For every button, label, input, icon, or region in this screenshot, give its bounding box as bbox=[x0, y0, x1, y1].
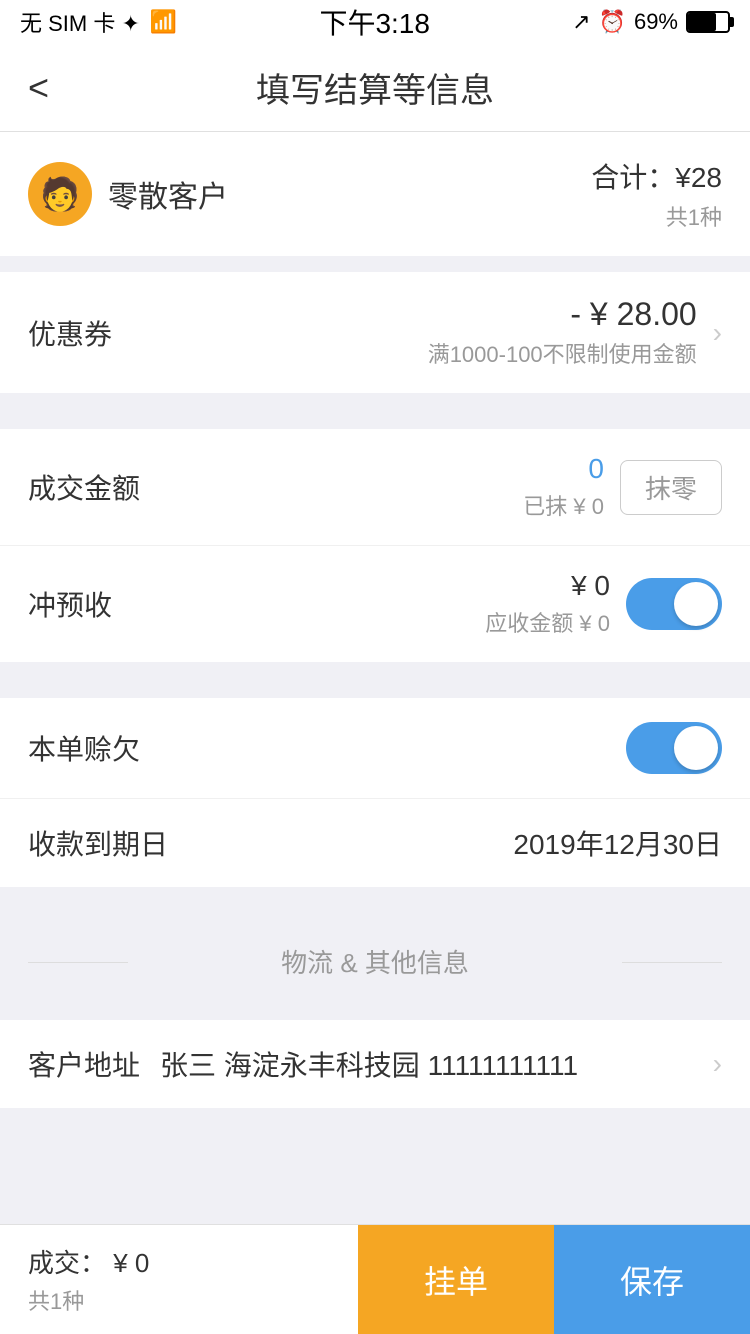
location-icon: ↗ bbox=[572, 9, 590, 35]
status-left: 无 SIM 卡 ✦ 📶 bbox=[20, 6, 177, 38]
divider-3 bbox=[0, 903, 750, 923]
prepayment-sub: 应收金额 ¥ 0 bbox=[485, 606, 610, 638]
prepayment-right: ¥ 0 应收金额 ¥ 0 bbox=[485, 570, 722, 638]
round-zero-button[interactable]: 抹零 bbox=[620, 460, 722, 515]
bottom-bar: 成交： ¥ 0 共1种 挂单 保存 bbox=[0, 1224, 750, 1334]
back-button[interactable]: < bbox=[28, 67, 49, 109]
divider-2 bbox=[0, 678, 750, 698]
coupon-right: - ¥ 28.00 满1000-100不限制使用金额 › bbox=[428, 296, 722, 369]
due-date-value: 2019年12月30日 bbox=[513, 823, 722, 863]
coupon-label: 优惠券 bbox=[28, 313, 112, 353]
transaction-right: 0 已抹 ¥ 0 抹零 bbox=[523, 453, 722, 521]
prepayment-value-block: ¥ 0 应收金额 ¥ 0 bbox=[485, 570, 610, 638]
customer-section: 🧑 零散客户 合计：¥28 共1种 bbox=[0, 132, 750, 256]
page-title: 填写结算等信息 bbox=[256, 63, 494, 112]
customer-total: 合计：¥28 bbox=[591, 156, 722, 196]
avatar: 🧑 bbox=[28, 162, 92, 226]
transaction-sub: 已抹 ¥ 0 bbox=[523, 489, 604, 521]
no-sim-label: 无 SIM 卡 ✦ bbox=[20, 6, 140, 38]
transaction-label: 成交金额 bbox=[28, 467, 140, 507]
customer-summary: 合计：¥28 共1种 bbox=[591, 156, 722, 232]
status-bar: 无 SIM 卡 ✦ 📶 下午3:18 ↗ ⏰ 69% bbox=[0, 0, 750, 44]
coupon-value-block: - ¥ 28.00 满1000-100不限制使用金额 bbox=[428, 296, 697, 369]
prepayment-row: 冲预收 ¥ 0 应收金额 ¥ 0 bbox=[0, 546, 750, 662]
hold-button[interactable]: 挂单 bbox=[358, 1225, 554, 1334]
coupon-section: 优惠券 - ¥ 28.00 满1000-100不限制使用金额 › bbox=[0, 272, 750, 393]
divider-1 bbox=[0, 409, 750, 429]
transaction-value-block: 0 已抹 ¥ 0 bbox=[523, 453, 604, 521]
due-date-row: 收款到期日 2019年12月30日 bbox=[0, 799, 750, 887]
customer-info: 🧑 零散客户 bbox=[28, 162, 228, 226]
alarm-icon: ⏰ bbox=[599, 9, 626, 35]
debt-row: 本单赊欠 bbox=[0, 698, 750, 799]
debt-toggle[interactable] bbox=[626, 722, 722, 774]
address-row[interactable]: 客户地址 张三 海淀永丰科技园 11111111111 › bbox=[0, 1020, 750, 1108]
status-time: 下午3:18 bbox=[319, 2, 430, 42]
battery-percent: 69% bbox=[634, 9, 678, 35]
chevron-right-icon: › bbox=[713, 317, 722, 349]
bottom-count: 共1种 bbox=[28, 1284, 330, 1316]
toggle-knob bbox=[674, 582, 718, 626]
prepayment-toggle[interactable] bbox=[626, 578, 722, 630]
battery-icon bbox=[686, 11, 730, 33]
coupon-value: - ¥ 28.00 bbox=[428, 296, 697, 333]
logistics-header-text: 物流 & 其他信息 bbox=[281, 948, 469, 978]
transaction-section: 成交金额 0 已抹 ¥ 0 抹零 冲预收 ¥ 0 应收金额 ¥ 0 bbox=[0, 429, 750, 662]
debt-section: 本单赊欠 收款到期日 2019年12月30日 bbox=[0, 698, 750, 887]
bottom-transaction: 成交： ¥ 0 bbox=[28, 1243, 330, 1280]
nav-bar: < 填写结算等信息 bbox=[0, 44, 750, 132]
avatar-icon: 🧑 bbox=[40, 175, 80, 213]
coupon-sub: 满1000-100不限制使用金额 bbox=[428, 337, 697, 369]
due-date-label: 收款到期日 bbox=[28, 823, 168, 863]
status-right: ↗ ⏰ 69% bbox=[572, 9, 730, 35]
prepayment-value: ¥ 0 bbox=[485, 570, 610, 602]
save-button[interactable]: 保存 bbox=[554, 1225, 750, 1334]
customer-name: 零散客户 bbox=[108, 172, 228, 216]
logistics-header: 物流 & 其他信息 bbox=[0, 923, 750, 1000]
content: 🧑 零散客户 合计：¥28 共1种 优惠券 - ¥ 28.00 满1000-10… bbox=[0, 132, 750, 1228]
prepayment-label: 冲预收 bbox=[28, 584, 112, 624]
address-value: 张三 海淀永丰科技园 11111111111 bbox=[160, 1044, 713, 1084]
debt-right bbox=[626, 722, 722, 774]
transaction-row: 成交金额 0 已抹 ¥ 0 抹零 bbox=[0, 429, 750, 546]
customer-count: 共1种 bbox=[591, 200, 722, 232]
bottom-transaction-label: 成交： bbox=[28, 1248, 106, 1278]
wifi-icon: 📶 bbox=[150, 9, 177, 35]
address-chevron-icon: › bbox=[713, 1048, 722, 1080]
debt-toggle-knob bbox=[674, 726, 718, 770]
debt-label: 本单赊欠 bbox=[28, 728, 140, 768]
transaction-value: 0 bbox=[523, 453, 604, 485]
bottom-transaction-value: ¥ 0 bbox=[113, 1248, 149, 1278]
bottom-info: 成交： ¥ 0 共1种 bbox=[0, 1225, 358, 1334]
address-label: 客户地址 bbox=[28, 1044, 140, 1084]
coupon-row[interactable]: 优惠券 - ¥ 28.00 满1000-100不限制使用金额 › bbox=[0, 272, 750, 393]
divider-4 bbox=[0, 1000, 750, 1020]
